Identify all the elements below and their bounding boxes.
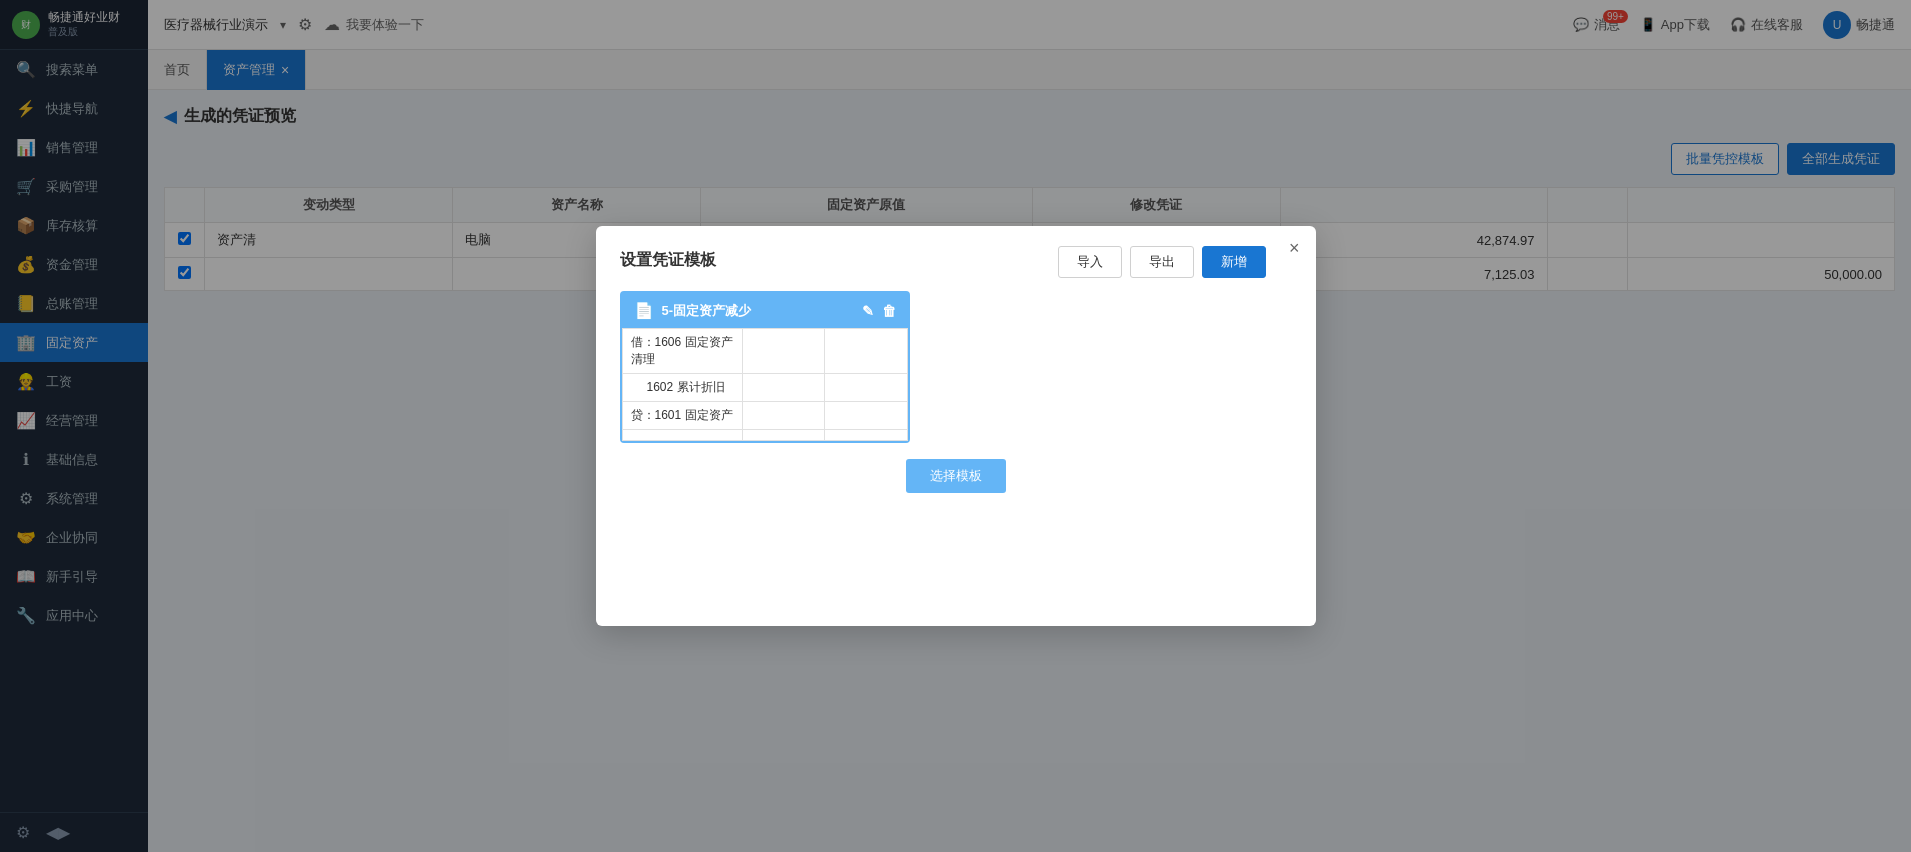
entry-col2-3: [742, 402, 825, 430]
import-btn[interactable]: 导入: [1058, 246, 1122, 278]
dialog-close-btn[interactable]: ×: [1289, 238, 1300, 259]
modal-overlay: 设置凭证模板 × 导入 导出 新增 📄 5-固定资产减少 ✎ 🗑: [0, 0, 1911, 852]
template-title: 固定资产减少: [673, 303, 751, 318]
entry-col3-4: [825, 430, 908, 441]
template-delete-icon[interactable]: 🗑: [882, 303, 896, 319]
table-row: 1602 累计折旧: [622, 374, 907, 402]
template-edit-icon[interactable]: ✎: [862, 303, 874, 319]
table-row: 借：1606 固定资产清理: [622, 329, 907, 374]
table-row: 贷：1601 固定资产: [622, 402, 907, 430]
entry-col3-3: [825, 402, 908, 430]
entry-side-1: 借：1606 固定资产清理: [622, 329, 742, 374]
entry-side-4: [622, 430, 742, 441]
template-card-actions: ✎ 🗑: [862, 303, 896, 319]
template-id: 5: [662, 303, 669, 318]
template-card-header: 📄 5-固定资产减少 ✎ 🗑: [622, 293, 908, 328]
table-row: [622, 430, 907, 441]
template-name: 5-固定资产减少: [662, 302, 752, 320]
select-template-btn[interactable]: 选择模板: [906, 459, 1006, 493]
entry-side-2: 1602 累计折旧: [622, 374, 742, 402]
template-entries-table: 借：1606 固定资产清理 1602 累计折旧 贷：1601 固定资产: [622, 328, 908, 441]
template-doc-icon: 📄: [634, 301, 654, 320]
entry-col2-2: [742, 374, 825, 402]
new-btn[interactable]: 新增: [1202, 246, 1266, 278]
template-card: 📄 5-固定资产减少 ✎ 🗑 借：1606 固定资产清理: [620, 291, 910, 443]
entry-side-3: 贷：1601 固定资产: [622, 402, 742, 430]
entry-col2-4: [742, 430, 825, 441]
template-header-left: 📄 5-固定资产减少: [634, 301, 752, 320]
dialog: 设置凭证模板 × 导入 导出 新增 📄 5-固定资产减少 ✎ 🗑: [596, 226, 1316, 626]
dialog-toolbar: 导入 导出 新增: [1058, 246, 1266, 278]
entry-col3-2: [825, 374, 908, 402]
entry-col2-1: [742, 329, 825, 374]
export-btn[interactable]: 导出: [1130, 246, 1194, 278]
entry-col3-1: [825, 329, 908, 374]
